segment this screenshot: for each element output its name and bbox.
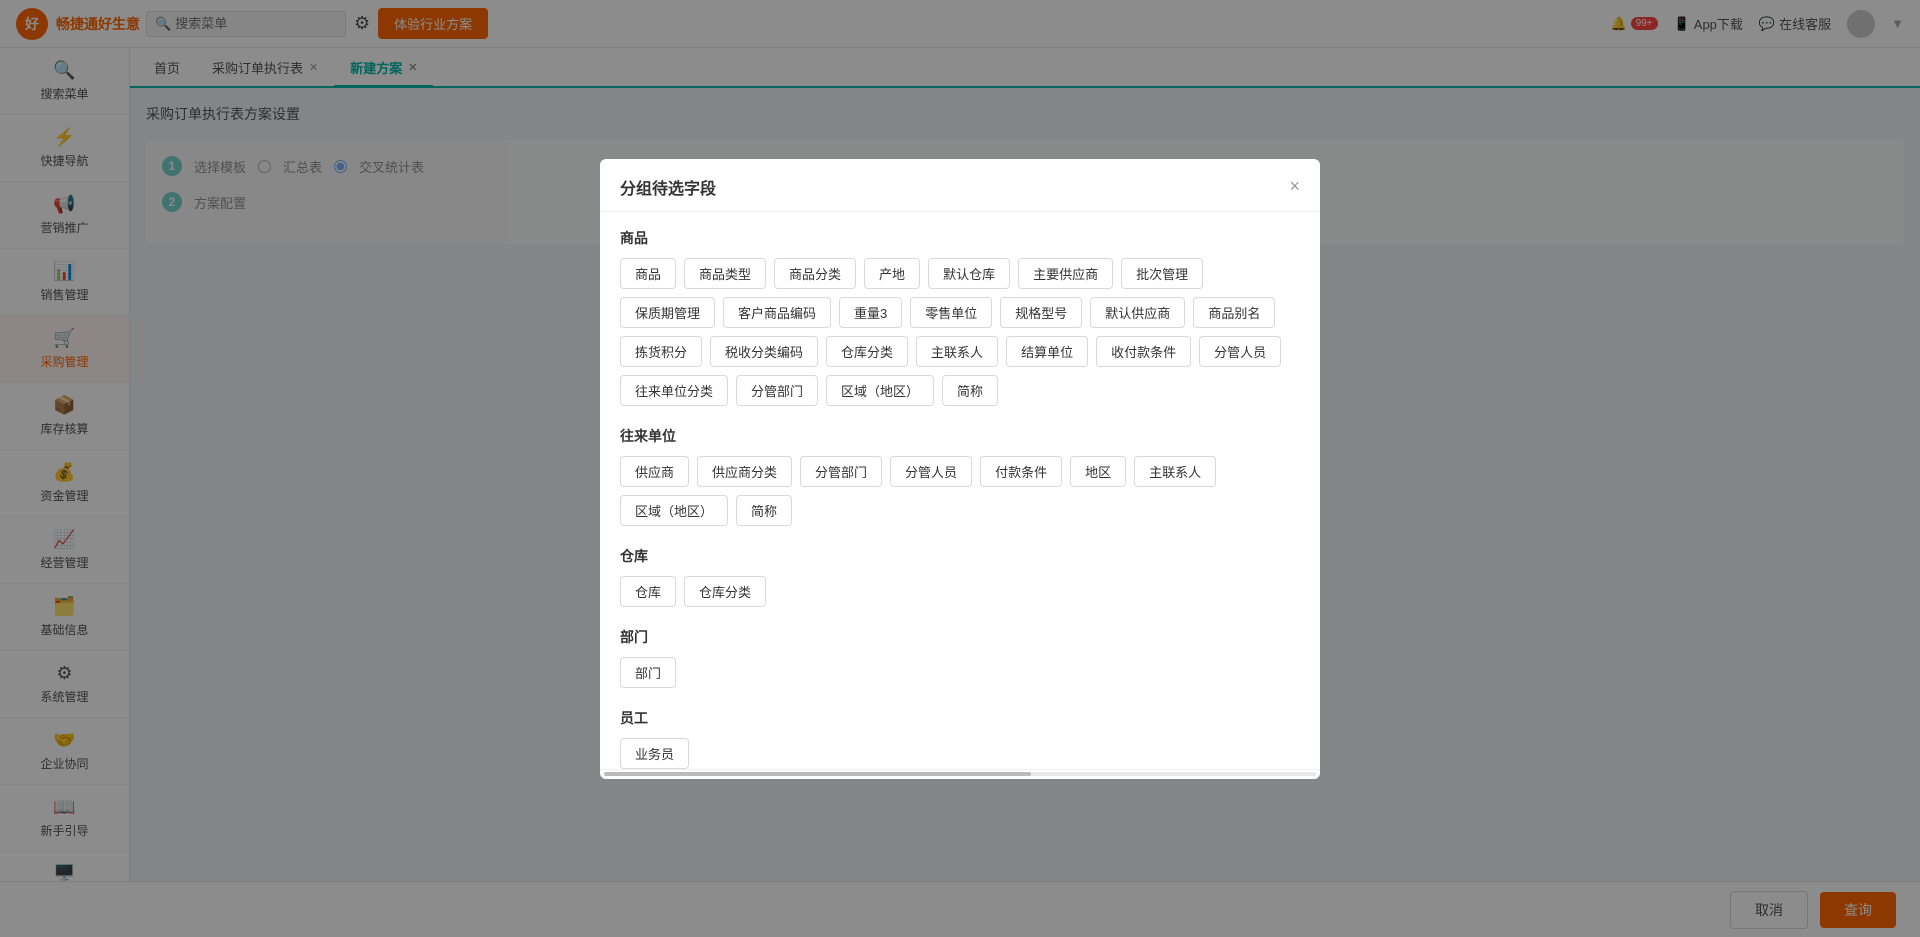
- field-tag-goods[interactable]: 商品: [620, 258, 676, 289]
- field-tag-region-goods[interactable]: 区域（地区）: [826, 375, 934, 406]
- section-employee-title: 员工: [620, 708, 1300, 728]
- field-tag-supplier[interactable]: 供应商: [620, 456, 689, 487]
- section-warehouse-tags: 仓库 仓库分类: [620, 576, 1300, 607]
- field-tag-warehouse-category[interactable]: 仓库分类: [826, 336, 908, 367]
- field-tag-tax-code[interactable]: 税收分类编码: [710, 336, 818, 367]
- modal-body[interactable]: 商品 商品 商品类型 商品分类 产地 默认仓库 主要供应商 批次管理 保质期管理…: [600, 212, 1320, 770]
- modal-title: 分组待选字段: [620, 175, 716, 199]
- field-tag-default-supplier[interactable]: 默认供应商: [1090, 297, 1185, 328]
- field-tag-shelf-life[interactable]: 保质期管理: [620, 297, 715, 328]
- field-tag-wh-category[interactable]: 仓库分类: [684, 576, 766, 607]
- field-tag-payment-terms[interactable]: 收付款条件: [1096, 336, 1191, 367]
- section-goods-title: 商品: [620, 228, 1300, 248]
- field-tag-spec[interactable]: 规格型号: [1000, 297, 1082, 328]
- section-goods: 商品 商品 商品类型 商品分类 产地 默认仓库 主要供应商 批次管理 保质期管理…: [620, 228, 1300, 406]
- field-tag-dept[interactable]: 分管部门: [736, 375, 818, 406]
- section-employee: 员工 业务员: [620, 708, 1300, 769]
- section-warehouse-title: 仓库: [620, 546, 1300, 566]
- section-department-tags: 部门: [620, 657, 1300, 688]
- modal: 分组待选字段 × 商品 商品 商品类型 商品分类 产地 默认仓库 主要供应商 批…: [600, 159, 1320, 779]
- field-tag-main-supplier[interactable]: 主要供应商: [1018, 258, 1113, 289]
- modal-hscrollbar[interactable]: [600, 769, 1320, 778]
- field-tag-origin[interactable]: 产地: [864, 258, 920, 289]
- field-tag-cust-code[interactable]: 客户商品编码: [723, 297, 831, 328]
- field-tag-weight3[interactable]: 重量3: [839, 297, 902, 328]
- field-tag-goods-type[interactable]: 商品类型: [684, 258, 766, 289]
- field-tag-main-contact[interactable]: 主联系人: [916, 336, 998, 367]
- field-tag-default-warehouse[interactable]: 默认仓库: [928, 258, 1010, 289]
- field-tag-supervisor[interactable]: 分管人员: [1199, 336, 1281, 367]
- field-tag-goods-category[interactable]: 商品分类: [774, 258, 856, 289]
- field-tag-region-partner[interactable]: 区域（地区）: [620, 495, 728, 526]
- section-department-title: 部门: [620, 627, 1300, 647]
- field-tag-batch-mgmt[interactable]: 批次管理: [1121, 258, 1203, 289]
- section-partner-tags: 供应商 供应商分类 分管部门 分管人员 付款条件 地区 主联系人 区域（地区） …: [620, 456, 1300, 526]
- field-tag-department[interactable]: 部门: [620, 657, 676, 688]
- field-tag-pick-score[interactable]: 拣货积分: [620, 336, 702, 367]
- field-tag-salesperson[interactable]: 业务员: [620, 738, 689, 769]
- section-department: 部门 部门: [620, 627, 1300, 688]
- modal-close-button[interactable]: ×: [1289, 176, 1300, 197]
- field-tag-settlement-unit[interactable]: 结算单位: [1006, 336, 1088, 367]
- modal-header: 分组待选字段 ×: [600, 159, 1320, 212]
- section-warehouse: 仓库 仓库 仓库分类: [620, 546, 1300, 607]
- section-employee-tags: 业务员: [620, 738, 1300, 769]
- section-goods-tags: 商品 商品类型 商品分类 产地 默认仓库 主要供应商 批次管理 保质期管理 客户…: [620, 258, 1300, 406]
- section-partner: 往来单位 供应商 供应商分类 分管部门 分管人员 付款条件 地区 主联系人 区域…: [620, 426, 1300, 526]
- field-tag-partner-person[interactable]: 分管人员: [890, 456, 972, 487]
- field-tag-warehouse[interactable]: 仓库: [620, 576, 676, 607]
- field-tag-abbr-goods[interactable]: 简称: [942, 375, 998, 406]
- field-tag-partner-category[interactable]: 往来单位分类: [620, 375, 728, 406]
- section-partner-title: 往来单位: [620, 426, 1300, 446]
- field-tag-retail-unit[interactable]: 零售单位: [910, 297, 992, 328]
- field-tag-area[interactable]: 地区: [1070, 456, 1126, 487]
- modal-overlay: 分组待选字段 × 商品 商品 商品类型 商品分类 产地 默认仓库 主要供应商 批…: [0, 0, 1920, 937]
- field-tag-payment-cond[interactable]: 付款条件: [980, 456, 1062, 487]
- field-tag-supplier-category[interactable]: 供应商分类: [697, 456, 792, 487]
- field-tag-main-contact2[interactable]: 主联系人: [1134, 456, 1216, 487]
- field-tag-abbr-partner[interactable]: 简称: [736, 495, 792, 526]
- field-tag-partner-dept[interactable]: 分管部门: [800, 456, 882, 487]
- field-tag-goods-alias[interactable]: 商品别名: [1193, 297, 1275, 328]
